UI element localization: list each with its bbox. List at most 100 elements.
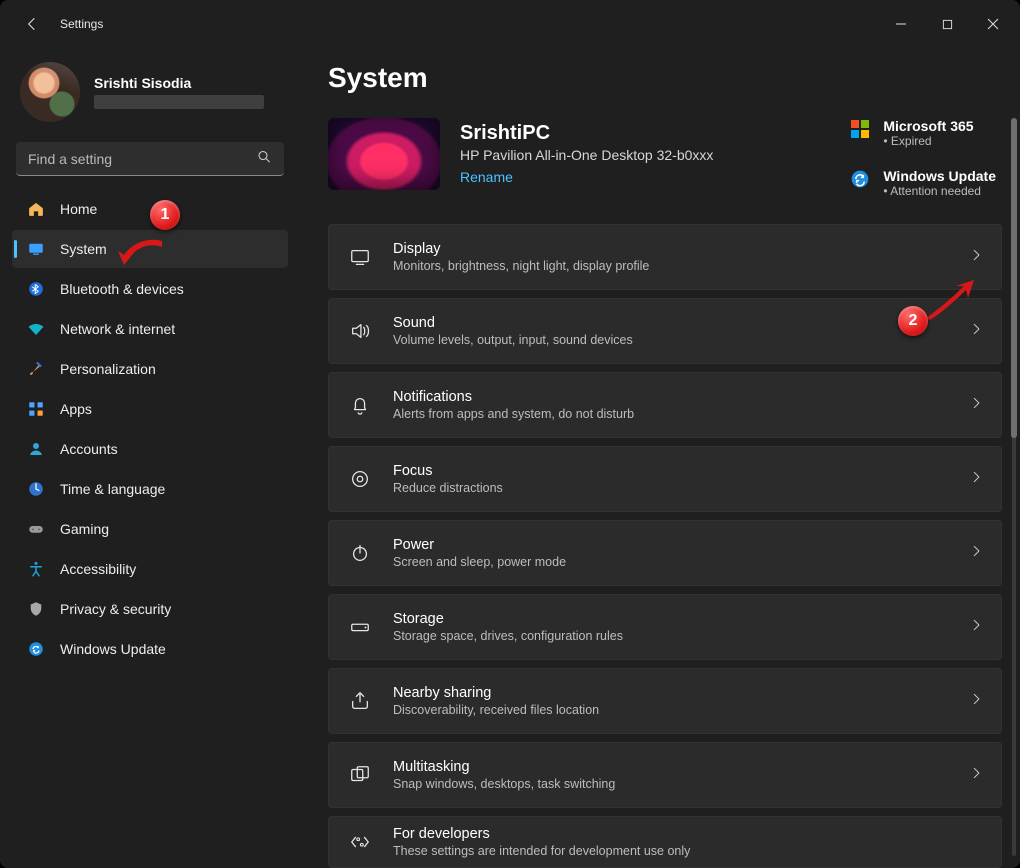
device-name: SrishtiPC — [460, 122, 713, 145]
sidebar-item-label: Accessibility — [60, 561, 136, 577]
search-box[interactable] — [16, 142, 284, 176]
card-title: Multitasking — [393, 759, 949, 775]
card-sub: Alerts from apps and system, do not dist… — [393, 407, 949, 421]
card-sub: Storage space, drives, configuration rul… — [393, 629, 949, 643]
minimize-button[interactable] — [878, 8, 924, 40]
sidebar-item-bluetooth[interactable]: Bluetooth & devices — [12, 270, 288, 308]
card-sub: Monitors, brightness, night light, displ… — [393, 259, 949, 273]
card-sub: These settings are intended for developm… — [393, 844, 983, 858]
sidebar-item-time-language[interactable]: Time & language — [12, 470, 288, 508]
card-sub: Screen and sleep, power mode — [393, 555, 949, 569]
card-for-developers[interactable]: For developers These settings are intende… — [328, 816, 1002, 868]
sidebar-item-label: Windows Update — [60, 641, 166, 657]
windows-update-icon — [849, 168, 871, 190]
card-title: Display — [393, 241, 949, 257]
sidebar-item-accessibility[interactable]: Accessibility — [12, 550, 288, 588]
chevron-right-icon — [969, 544, 983, 563]
sidebar-item-accounts[interactable]: Accounts — [12, 430, 288, 468]
search-icon — [256, 149, 272, 170]
promo-m365[interactable]: Microsoft 365 Expired — [849, 118, 996, 148]
display-icon — [347, 246, 373, 268]
sidebar-item-label: Gaming — [60, 521, 109, 537]
card-notifications[interactable]: Notifications Alerts from apps and system… — [328, 372, 1002, 438]
rename-link[interactable]: Rename — [460, 169, 513, 185]
card-sub: Discoverability, received files location — [393, 703, 949, 717]
accessibility-icon — [26, 559, 46, 579]
share-icon — [347, 690, 373, 712]
sidebar-item-label: Home — [60, 201, 97, 217]
sidebar-item-network[interactable]: Network & internet — [12, 310, 288, 348]
chevron-right-icon — [969, 618, 983, 637]
sidebar-item-privacy[interactable]: Privacy & security — [12, 590, 288, 628]
promo-windows-update[interactable]: Windows Update Attention needed — [849, 168, 996, 198]
system-icon — [26, 239, 46, 259]
back-button[interactable] — [20, 12, 44, 36]
maximize-button[interactable] — [924, 8, 970, 40]
card-power[interactable]: Power Screen and sleep, power mode — [328, 520, 1002, 586]
card-nearby-sharing[interactable]: Nearby sharing Discoverability, received … — [328, 668, 1002, 734]
shield-icon — [26, 599, 46, 619]
card-title: For developers — [393, 826, 983, 842]
multitasking-icon — [347, 764, 373, 786]
profile-block[interactable]: Srishti Sisodia — [8, 56, 292, 138]
sidebar-item-label: Accounts — [60, 441, 118, 457]
main-content: System SrishtiPC HP Pavilion All-in-One … — [300, 48, 1020, 868]
sidebar-item-label: Bluetooth & devices — [60, 281, 184, 297]
annotation-arrow-1 — [118, 237, 162, 270]
sidebar-item-label: System — [60, 241, 107, 257]
card-title: Nearby sharing — [393, 685, 949, 701]
search-input[interactable] — [16, 142, 284, 176]
developers-icon — [347, 831, 373, 853]
card-title: Power — [393, 537, 949, 553]
sidebar-item-label: Apps — [60, 401, 92, 417]
promo-title: Windows Update — [883, 168, 996, 184]
chevron-right-icon — [969, 766, 983, 785]
sound-icon — [347, 320, 373, 342]
profile-name: Srishti Sisodia — [94, 75, 264, 91]
card-title: Notifications — [393, 389, 949, 405]
card-sub: Reduce distractions — [393, 481, 949, 495]
card-title: Sound — [393, 315, 949, 331]
sidebar-item-label: Personalization — [60, 361, 156, 377]
settings-window: Settings Srishti Sisodia — [0, 0, 1020, 868]
close-button[interactable] — [970, 8, 1016, 40]
apps-icon — [26, 399, 46, 419]
promo-title: Microsoft 365 — [883, 118, 973, 134]
bell-icon — [347, 394, 373, 416]
avatar — [20, 62, 80, 122]
bluetooth-icon — [26, 279, 46, 299]
chevron-right-icon — [969, 692, 983, 711]
card-sub: Volume levels, output, input, sound devi… — [393, 333, 949, 347]
card-sub: Snap windows, desktops, task switching — [393, 777, 949, 791]
person-icon — [26, 439, 46, 459]
card-storage[interactable]: Storage Storage space, drives, configurat… — [328, 594, 1002, 660]
promo-sub: Expired — [883, 134, 973, 148]
wifi-icon — [26, 319, 46, 339]
sidebar-item-personalization[interactable]: Personalization — [12, 350, 288, 388]
sidebar: Srishti Sisodia Home — [0, 48, 300, 868]
app-title: Settings — [60, 17, 103, 31]
chevron-right-icon — [969, 470, 983, 489]
focus-icon — [347, 468, 373, 490]
paintbrush-icon — [26, 359, 46, 379]
sidebar-item-apps[interactable]: Apps — [12, 390, 288, 428]
gamepad-icon — [26, 519, 46, 539]
card-display[interactable]: Display Monitors, brightness, night light… — [328, 224, 1002, 290]
chevron-right-icon — [969, 248, 983, 267]
card-focus[interactable]: Focus Reduce distractions — [328, 446, 1002, 512]
card-title: Focus — [393, 463, 949, 479]
sidebar-item-gaming[interactable]: Gaming — [12, 510, 288, 548]
sidebar-item-windows-update[interactable]: Windows Update — [12, 630, 288, 668]
device-thumbnail — [328, 118, 440, 190]
m365-icon — [849, 118, 871, 140]
power-icon — [347, 542, 373, 564]
promo-sub: Attention needed — [883, 184, 996, 198]
card-title: Storage — [393, 611, 949, 627]
home-icon — [26, 199, 46, 219]
sidebar-item-label: Network & internet — [60, 321, 175, 337]
annotation-callout-2: 2 — [898, 306, 928, 336]
card-multitasking[interactable]: Multitasking Snap windows, desktops, task… — [328, 742, 1002, 808]
titlebar: Settings — [0, 0, 1020, 48]
scrollbar-thumb[interactable] — [1011, 118, 1017, 438]
page-title: System — [328, 62, 1002, 94]
